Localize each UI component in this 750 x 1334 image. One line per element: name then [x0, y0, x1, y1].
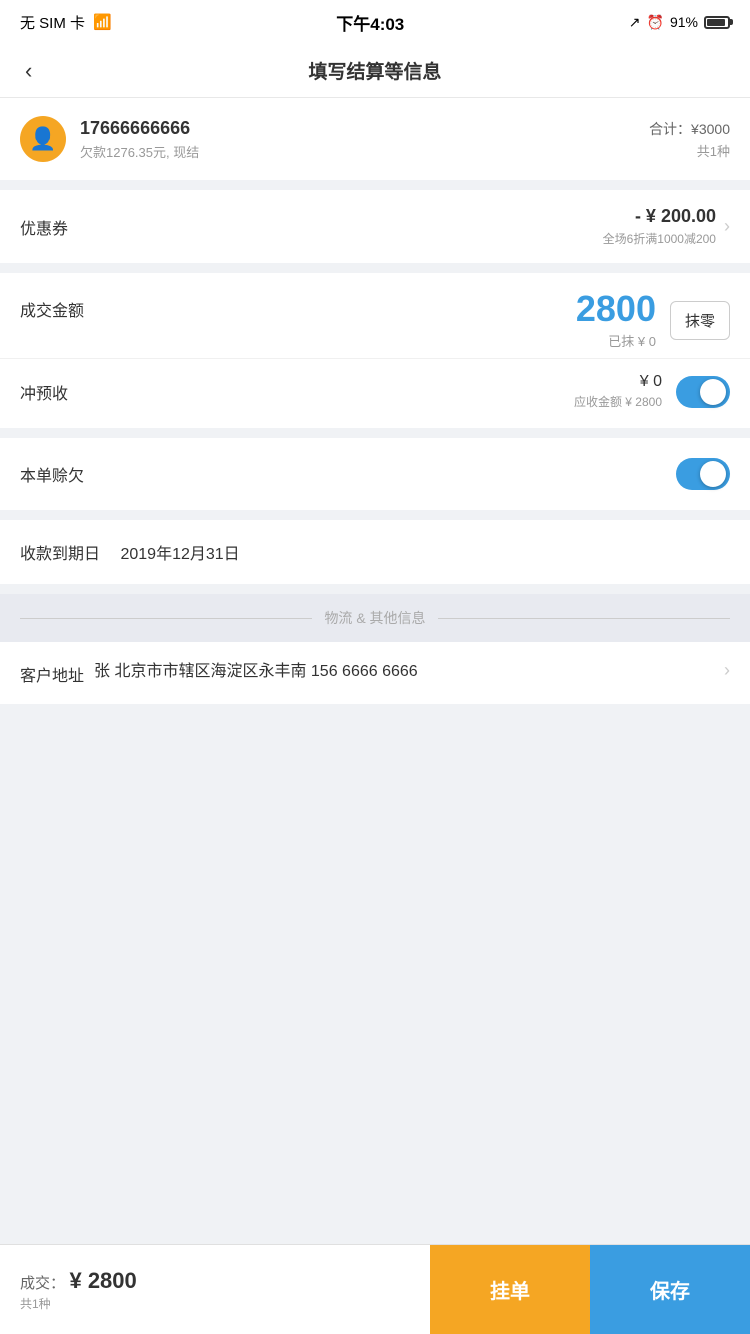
prepay-toggle[interactable]: [676, 376, 730, 408]
coupon-value: - ¥ 200.00: [603, 206, 716, 227]
deal-label: 成交：: [20, 1275, 65, 1292]
coupon-row[interactable]: 优惠券 - ¥ 200.00 全场6折满1000减200 ›: [0, 190, 750, 263]
due-date-row: 收款到期日 2019年12月31日: [0, 520, 750, 584]
user-info: 17666666666 欠款1276.35元, 现结: [80, 118, 199, 161]
prepay-value-block: ¥ 0 应收金额 ¥ 2800: [574, 373, 662, 410]
prepay-right: ¥ 0 应收金额 ¥ 2800: [574, 373, 730, 410]
prepay-label: 冲预收: [20, 380, 68, 404]
user-card: 👤 17666666666 欠款1276.35元, 现结 合计：¥3000 共1…: [0, 98, 750, 180]
deal-count: 共1种: [20, 1295, 410, 1312]
prepay-desc: 应收金额 ¥ 2800: [574, 393, 662, 410]
round-button[interactable]: 抹零: [670, 301, 730, 340]
logistics-header: 物流 & 其他信息: [0, 594, 750, 642]
status-left: 无 SIM 卡 📶: [20, 12, 112, 33]
arrear-label: 本单赊欠: [20, 462, 84, 486]
logistics-line-right: [438, 618, 730, 619]
logistics-label: 物流 & 其他信息: [324, 608, 425, 628]
page-title: 填写结算等信息: [308, 57, 441, 84]
content: 👤 17666666666 欠款1276.35元, 现结 合计：¥3000 共1…: [0, 98, 750, 934]
nav-bar: ‹ 填写结算等信息: [0, 44, 750, 98]
hang-button[interactable]: 挂单: [430, 1245, 590, 1334]
status-bar: 无 SIM 卡 📶 下午4:03 ↗ ⏰ 91%: [0, 0, 750, 44]
logistics-line-left: [20, 618, 312, 619]
user-total: 合计：¥3000 共1种: [649, 119, 730, 160]
coupon-desc: 全场6折满1000减200: [603, 230, 716, 247]
debt-info: 欠款1276.35元, 现结: [80, 142, 199, 161]
address-label: 客户地址: [20, 660, 84, 686]
deal-amount: ¥ 2800: [69, 1268, 136, 1293]
due-date-label: 收款到期日: [20, 546, 100, 563]
arrear-row: 本单赊欠: [0, 438, 750, 510]
bottom-deal-line: 成交： ¥ 2800: [20, 1268, 410, 1294]
address-chevron-icon: ›: [724, 660, 730, 681]
address-row[interactable]: 客户地址 张 北京市市辖区海淀区永丰南 156 6666 6666 ›: [0, 642, 750, 704]
bottom-summary: 成交： ¥ 2800 共1种: [0, 1268, 430, 1312]
address-value: 张 北京市市辖区海淀区永丰南 156 6666 6666: [94, 660, 714, 684]
prepay-amount: ¥ 0: [574, 373, 662, 391]
total-count: 共1种: [649, 141, 730, 160]
chevron-right-icon: ›: [724, 216, 730, 237]
coupon-label: 优惠券: [20, 215, 68, 239]
alarm-icon: ⏰: [647, 14, 664, 31]
avatar: 👤: [20, 116, 66, 162]
bottom-bar: 成交： ¥ 2800 共1种 挂单 保存: [0, 1244, 750, 1334]
battery-icon: [704, 16, 730, 29]
status-right: ↗ ⏰ 91%: [629, 14, 730, 31]
amount-row: 成交金额 2800 已抹 ¥ 0 抹零: [0, 273, 750, 358]
user-left: 👤 17666666666 欠款1276.35元, 现结: [20, 116, 199, 162]
arrear-toggle[interactable]: [676, 458, 730, 490]
back-button[interactable]: ‹: [20, 53, 37, 89]
prepay-row: 冲预收 ¥ 0 应收金额 ¥ 2800: [0, 358, 750, 428]
due-date-value: 2019年12月31日: [120, 546, 239, 563]
battery-fill: [707, 19, 725, 26]
battery-percent: 91%: [670, 14, 698, 30]
transaction-section: 成交金额 2800 已抹 ¥ 0 抹零 冲预收 ¥ 0 应收金额 ¥ 2800: [0, 273, 750, 428]
amount-label: 成交金额: [20, 291, 84, 321]
amount-number: 2800: [576, 291, 656, 327]
bottom-actions: 挂单 保存: [430, 1245, 750, 1334]
amount-erased: 已抹 ¥ 0: [576, 331, 656, 350]
phone-number: 17666666666: [80, 118, 199, 139]
carrier-text: 无 SIM 卡: [20, 12, 85, 33]
total-label: 合计：¥3000: [649, 119, 730, 139]
amount-right: 2800 已抹 ¥ 0 抹零: [576, 291, 730, 350]
wifi-icon: 📶: [93, 13, 112, 31]
gray-area: [0, 704, 750, 844]
location-icon: ↗: [629, 14, 641, 31]
status-time: 下午4:03: [336, 10, 404, 35]
amount-value-block: 2800 已抹 ¥ 0: [576, 291, 656, 350]
coupon-right: - ¥ 200.00 全场6折满1000减200 ›: [603, 206, 730, 247]
save-button[interactable]: 保存: [590, 1245, 750, 1334]
